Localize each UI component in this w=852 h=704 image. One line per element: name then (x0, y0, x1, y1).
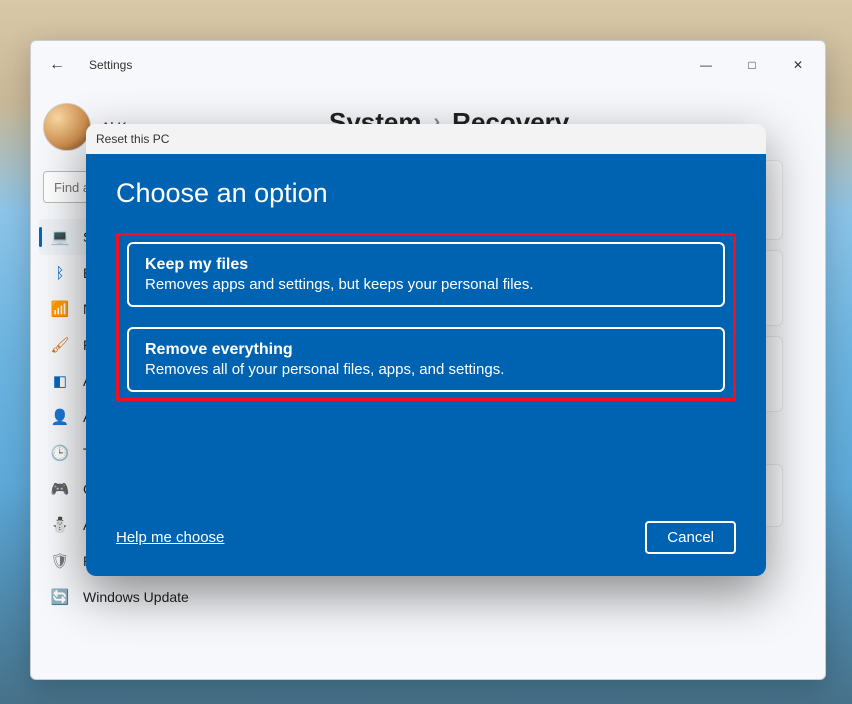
nav-icon: 🎮 (51, 480, 69, 498)
dialog-title: Reset this PC (86, 124, 766, 154)
nav-icon: 📶 (51, 300, 69, 318)
close-button[interactable]: ✕ (775, 49, 821, 81)
window-title: Settings (89, 58, 132, 72)
annotation-highlight: Keep my files Removes apps and settings, … (116, 233, 736, 401)
sidebar-item-label: Windows Update (83, 589, 189, 605)
nav-icon: ⛄ (51, 516, 69, 534)
dialog-heading: Choose an option (116, 178, 736, 209)
titlebar: ← Settings — □ ✕ (31, 41, 825, 89)
nav-icon: 🖌 (51, 336, 69, 354)
nav-icon: 🕒 (51, 444, 69, 462)
keep-my-files-option[interactable]: Keep my files Removes apps and settings, … (127, 242, 725, 307)
remove-everything-option[interactable]: Remove everything Removes all of your per… (127, 327, 725, 392)
back-button[interactable]: ← (43, 50, 71, 80)
nav-icon: 👤 (51, 408, 69, 426)
maximize-button[interactable]: □ (729, 49, 775, 81)
reset-pc-dialog: Reset this PC Choose an option Keep my f… (86, 124, 766, 576)
option-description: Removes all of your personal files, apps… (145, 361, 707, 378)
minimize-button[interactable]: — (683, 49, 729, 81)
nav-icon: 💻 (51, 228, 69, 246)
sidebar-item-windows-update[interactable]: 🔄 Windows Update (39, 579, 303, 615)
option-description: Removes apps and settings, but keeps you… (145, 276, 707, 293)
nav-icon: 🔄 (51, 588, 69, 606)
cancel-button[interactable]: Cancel (645, 521, 736, 554)
help-me-choose-link[interactable]: Help me choose (116, 529, 224, 546)
avatar (43, 103, 91, 151)
option-title: Remove everything (145, 341, 707, 359)
nav-icon: 🛡 (51, 552, 69, 570)
option-title: Keep my files (145, 256, 707, 274)
nav-icon: ᛒ (51, 264, 69, 282)
nav-icon: ◧ (51, 372, 69, 390)
